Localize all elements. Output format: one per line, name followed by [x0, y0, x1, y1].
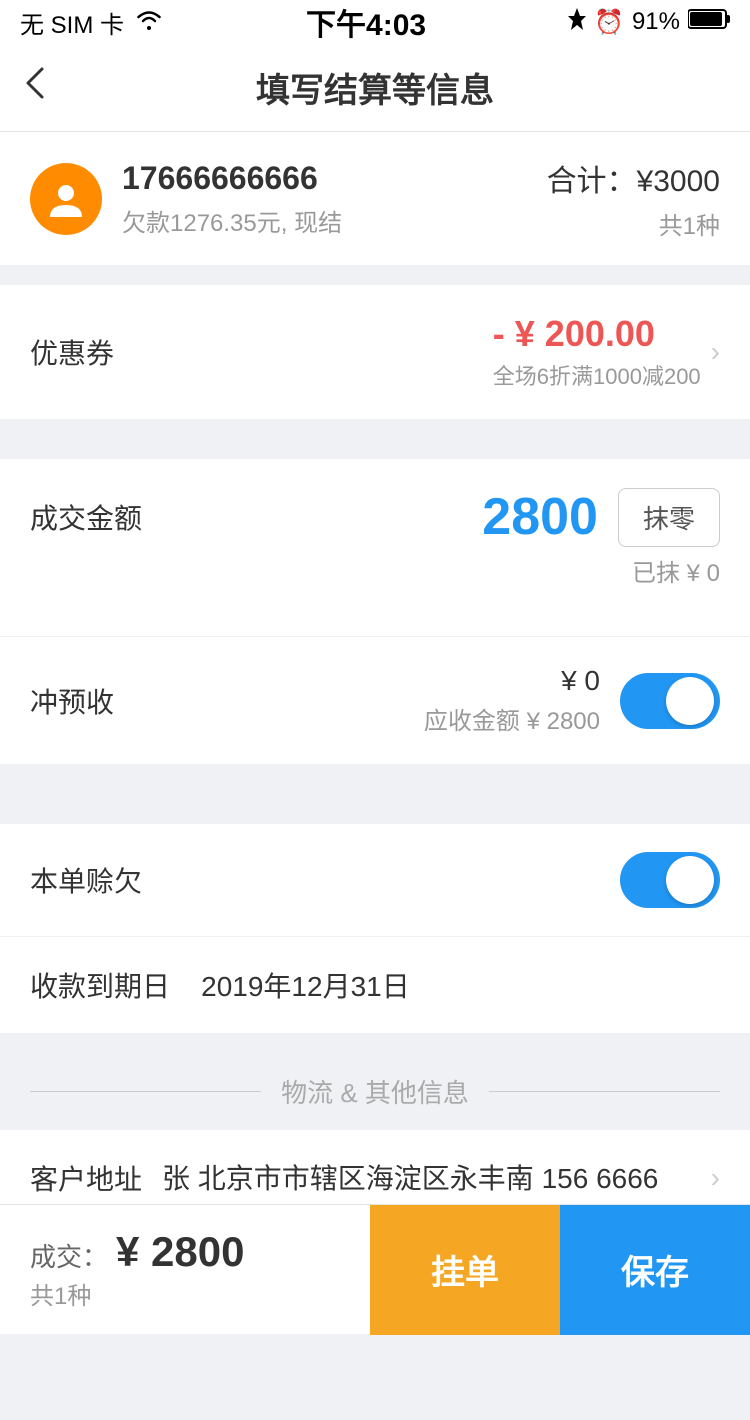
deal-amount-value: 2800 — [482, 487, 598, 547]
pre-value-block: ¥ 0 应收金额 ¥ 2800 — [424, 665, 600, 736]
bottom-deal-label: 成交： — [30, 1237, 108, 1274]
bottom-bar: 成交： ¥ 2800 共1种 挂单 保存 — [0, 1204, 750, 1334]
status-bar: 无 SIM 卡 下午4:03 ⏰ 91% — [0, 0, 750, 44]
alarm-icon: ⏰ — [594, 8, 624, 37]
bottom-summary: 成交： ¥ 2800 共1种 — [0, 1228, 370, 1311]
battery-label: 91% — [632, 8, 680, 36]
divider-line-left — [30, 1091, 261, 1092]
customer-details: 17666666666 欠款1276.35元, 现结 — [122, 160, 342, 238]
debit-label: 本单赊欠 — [30, 860, 142, 900]
chevron-right-icon: › — [711, 336, 720, 368]
logistics-label: 物流 & 其他信息 — [281, 1073, 469, 1110]
location-icon — [568, 8, 586, 37]
customer-info-section: 17666666666 欠款1276.35元, 现结 合计：¥3000 共1种 — [0, 132, 750, 265]
back-button[interactable] — [24, 65, 46, 110]
debit-section: 本单赊欠 — [0, 824, 750, 936]
bottom-count: 共1种 — [30, 1276, 340, 1311]
due-date-prefix: 收款到期日 — [30, 971, 170, 1002]
status-right: ⏰ 91% — [568, 8, 730, 37]
page-title: 填写结算等信息 — [256, 63, 494, 112]
deal-sub-text: 已抹 ¥ 0 — [30, 553, 720, 588]
coupon-right: - ¥ 200.00 全场6折满1000减200 › — [493, 313, 720, 391]
customer-debt: 欠款1276.35元, 现结 — [122, 203, 342, 238]
coupon-description: 全场6折满1000减200 — [493, 359, 701, 391]
total-count: 共1种 — [547, 206, 720, 241]
pre-right: ¥ 0 应收金额 ¥ 2800 — [424, 665, 720, 736]
coupon-label: 优惠券 — [30, 332, 114, 372]
pre-amount: ¥ 0 — [424, 665, 600, 697]
pre-receive-toggle[interactable] — [620, 673, 720, 729]
customer-phone: 17666666666 — [122, 160, 342, 197]
round-button[interactable]: 抹零 — [618, 488, 720, 547]
deal-right: 2800 抹零 — [482, 487, 720, 547]
total-amount: 合计：¥3000 — [547, 156, 720, 200]
hold-button[interactable]: 挂单 — [370, 1205, 560, 1335]
wifi-icon — [134, 8, 164, 37]
coupon-discount: - ¥ 200.00 — [493, 313, 701, 355]
divider-line-right — [489, 1091, 720, 1092]
customer-left: 17666666666 欠款1276.35元, 现结 — [30, 160, 342, 238]
bottom-deal-row: 成交： ¥ 2800 — [30, 1228, 340, 1276]
deal-amount-section: 成交金额 2800 抹零 已抹 ¥ 0 — [0, 459, 750, 636]
deal-amount-row: 成交金额 2800 抹零 — [30, 487, 720, 547]
customer-total: 合计：¥3000 共1种 — [547, 156, 720, 241]
address-label: 客户地址 — [30, 1158, 142, 1198]
coupon-info: - ¥ 200.00 全场6折满1000减200 — [493, 313, 701, 391]
bottom-amount: ¥ 2800 — [116, 1228, 244, 1276]
coupon-section[interactable]: 优惠券 - ¥ 200.00 全场6折满1000减200 › — [0, 285, 750, 419]
battery-icon — [688, 8, 730, 37]
save-button[interactable]: 保存 — [560, 1205, 750, 1335]
section-divider-1 — [0, 439, 750, 459]
deal-amount-label: 成交金额 — [30, 497, 142, 537]
pre-sub: 应收金额 ¥ 2800 — [424, 701, 600, 736]
toggle-thumb — [666, 677, 714, 725]
customer-avatar — [30, 163, 102, 235]
due-date-value: 2019年12月31日 — [201, 971, 410, 1002]
no-sim-label: 无 SIM 卡 — [20, 5, 124, 40]
status-time: 下午4:03 — [306, 0, 426, 44]
debit-toggle[interactable] — [620, 852, 720, 908]
debit-toggle-thumb — [666, 856, 714, 904]
address-chevron-icon: › — [711, 1162, 720, 1194]
due-date-section: 收款到期日 2019年12月31日 — [0, 936, 750, 1033]
logistics-divider: 物流 & 其他信息 — [0, 1053, 750, 1130]
nav-bar: 填写结算等信息 — [0, 44, 750, 132]
due-date-label: 收款到期日 2019年12月31日 — [30, 971, 410, 1002]
pre-receive-section: 冲预收 ¥ 0 应收金额 ¥ 2800 — [0, 636, 750, 764]
section-divider-2 — [0, 784, 750, 804]
status-left: 无 SIM 卡 — [20, 5, 164, 40]
pre-receive-label: 冲预收 — [30, 681, 114, 721]
